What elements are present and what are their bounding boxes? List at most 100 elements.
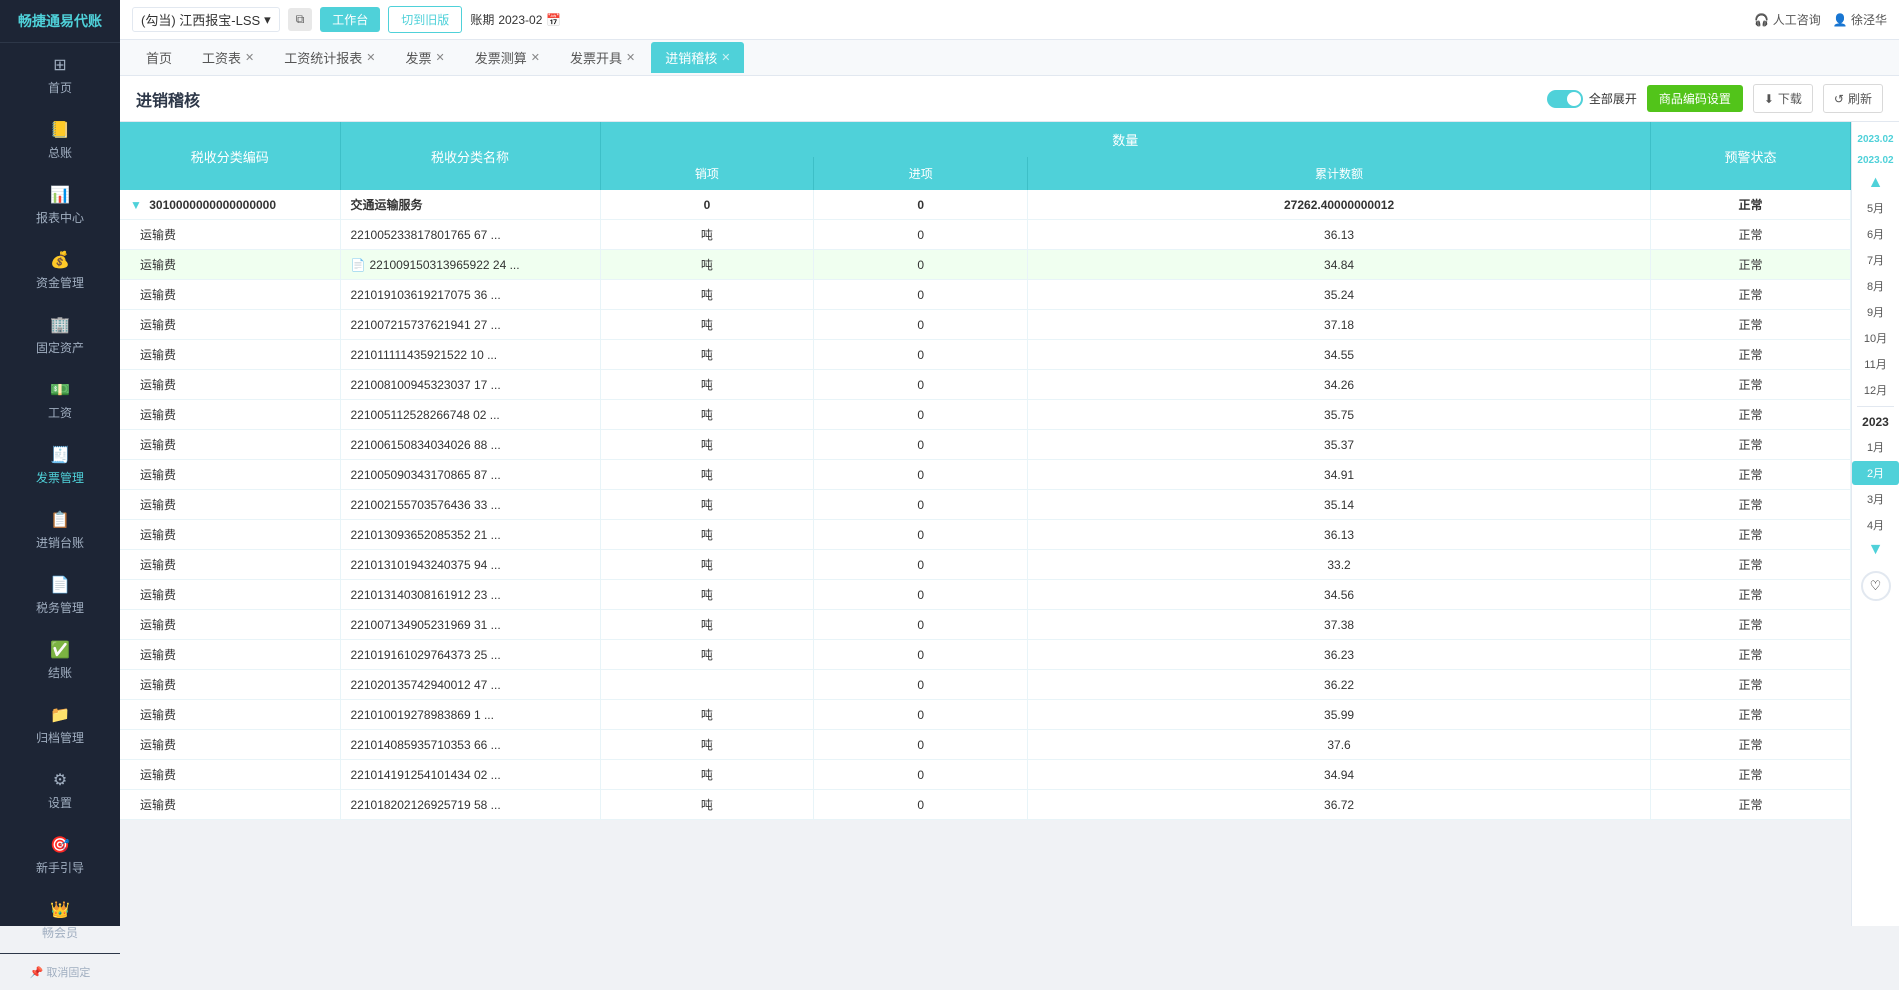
commodity-settings-button[interactable]: 商品编码设置 <box>1647 85 1743 112</box>
ledger-icon: 📒 <box>50 120 70 140</box>
right-panel-month-2-current[interactable]: 2月 <box>1852 461 1899 485</box>
sidebar-item-tax[interactable]: 📄 税务管理 <box>0 563 120 628</box>
cell-cumulative: 34.91 <box>1028 460 1651 490</box>
table-row: 运输费 221010019278983869 1 ... 吨 0 35.99 正… <box>120 700 1851 730</box>
scroll-up-arrow[interactable]: ▲ <box>1866 172 1886 194</box>
cell-unit: 吨 <box>600 460 814 490</box>
cell-purchase: 0 <box>814 700 1028 730</box>
sidebar-item-report[interactable]: 📊 报表中心 <box>0 173 120 238</box>
sidebar-item-trade[interactable]: 📋 进销台账 <box>0 498 120 563</box>
cell-purchase: 0 <box>814 520 1028 550</box>
cell-code: 运输费 <box>120 610 340 640</box>
right-panel-year-top[interactable]: 2023.02 <box>1852 130 1899 149</box>
sidebar-item-home[interactable]: ⊞ 首页 <box>0 43 120 108</box>
tab-close-salary-report[interactable]: ✕ <box>366 51 375 64</box>
switch-version-button[interactable]: 切到旧版 <box>388 6 462 33</box>
tab-close-invoice-open[interactable]: ✕ <box>626 51 635 64</box>
page-title: 进销稽核 <box>136 87 200 111</box>
cell-code: 运输费 <box>120 460 340 490</box>
tab-invoice-open[interactable]: 发票开具 ✕ <box>556 42 649 73</box>
cell-unit: 吨 <box>600 790 814 820</box>
calendar-icon[interactable]: 📅 <box>546 13 561 27</box>
sidebar-item-settlement[interactable]: ✅ 结账 <box>0 628 120 693</box>
table-row: 运输费 221014085935710353 66 ... 吨 0 37.6 正… <box>120 730 1851 760</box>
workspace-button[interactable]: 工作台 <box>320 7 380 32</box>
cell-status: 正常 <box>1651 610 1851 640</box>
cell-cumulative: 36.23 <box>1028 640 1651 670</box>
right-panel-month-10[interactable]: 10月 <box>1852 326 1899 350</box>
sidebar: 畅捷通易代账 ⊞ 首页 📒 总账 📊 报表中心 💰 资金管理 🏢 固定资产 💵 … <box>0 0 120 926</box>
cell-cumulative: 34.84 <box>1028 250 1651 280</box>
user-menu[interactable]: 👤 徐泾华 <box>1833 11 1887 28</box>
invoice-icon: 🧾 <box>50 445 70 465</box>
cell-code: 运输费 <box>120 400 340 430</box>
sidebar-item-invoice[interactable]: 🧾 发票管理 <box>0 433 120 498</box>
page-actions: 全部展开 商品编码设置 ⬇ 下载 ↺ 刷新 <box>1547 84 1883 113</box>
sidebar-item-ledger[interactable]: 📒 总账 <box>0 108 120 173</box>
tab-invoice-calc[interactable]: 发票测算 ✕ <box>461 42 554 73</box>
right-panel-month-4[interactable]: 4月 <box>1852 513 1899 537</box>
cell-invoice-num: 221013093652085352 21 ... <box>340 520 600 550</box>
right-panel-month-8[interactable]: 8月 <box>1852 274 1899 298</box>
cell-unit: 吨 <box>600 700 814 730</box>
right-panel-month-11[interactable]: 11月 <box>1852 352 1899 376</box>
page-header: 进销稽核 全部展开 商品编码设置 ⬇ 下载 ↺ 刷新 <box>120 76 1899 122</box>
cell-status: 正常 <box>1651 430 1851 460</box>
sidebar-item-member[interactable]: 👑 畅会员 <box>0 888 120 953</box>
archive-icon: 📁 <box>50 705 70 725</box>
sidebar-item-settings[interactable]: ⚙ 设置 <box>0 758 120 823</box>
copy-button[interactable]: ⧉ <box>288 8 313 31</box>
tab-invoice[interactable]: 发票 ✕ <box>391 42 458 73</box>
refresh-button[interactable]: ↺ 刷新 <box>1823 84 1883 113</box>
right-panel-month-9[interactable]: 9月 <box>1852 300 1899 324</box>
cell-status: 正常 <box>1651 190 1851 220</box>
sidebar-item-fund[interactable]: 💰 资金管理 <box>0 238 120 303</box>
cell-invoice-num: 221014085935710353 66 ... <box>340 730 600 760</box>
expand-toggle-label: 全部展开 <box>1589 90 1637 107</box>
tab-close-salary[interactable]: ✕ <box>245 51 254 64</box>
sidebar-item-archive[interactable]: 📁 归档管理 <box>0 693 120 758</box>
heart-icon[interactable]: ♡ <box>1861 571 1891 601</box>
cell-invoice-num: 221002155703576436 33 ... <box>340 490 600 520</box>
tab-sales-check[interactable]: 进销稽核 ✕ <box>651 42 744 73</box>
table-row: 运输费 221020135742940012 47 ... 0 36.22 正常 <box>120 670 1851 700</box>
sidebar-item-salary[interactable]: 💵 工资 <box>0 368 120 433</box>
cell-code: 运输费 <box>120 220 340 250</box>
expand-toggle[interactable] <box>1547 90 1583 108</box>
cell-purchase: 0 <box>814 370 1028 400</box>
cell-unit <box>600 670 814 700</box>
sidebar-unpin[interactable]: 📌 取消固定 <box>0 953 120 990</box>
cell-status: 正常 <box>1651 370 1851 400</box>
right-panel-month-5[interactable]: 5月 <box>1852 196 1899 220</box>
cell-cumulative: 35.14 <box>1028 490 1651 520</box>
file-icon: 📄 <box>351 258 366 272</box>
cell-invoice-num: 221006150834034026 88 ... <box>340 430 600 460</box>
table-row: 运输费 221014191254101434 02 ... 吨 0 34.94 … <box>120 760 1851 790</box>
sidebar-item-guide[interactable]: 🎯 新手引导 <box>0 823 120 888</box>
scroll-down-arrow[interactable]: ▼ <box>1866 539 1886 561</box>
cell-unit: 吨 <box>600 250 814 280</box>
tab-close-invoice[interactable]: ✕ <box>436 51 445 64</box>
download-button[interactable]: ⬇ 下载 <box>1753 84 1813 113</box>
tab-home[interactable]: 首页 <box>132 42 186 73</box>
right-panel-month-12[interactable]: 12月 <box>1852 378 1899 402</box>
cell-status: 正常 <box>1651 460 1851 490</box>
support-link[interactable]: 🎧 人工咨询 <box>1754 11 1820 28</box>
right-panel-month-1[interactable]: 1月 <box>1852 435 1899 459</box>
table-row: 运输费 221006150834034026 88 ... 吨 0 35.37 … <box>120 430 1851 460</box>
right-panel-year-top2[interactable]: 2023.02 <box>1852 151 1899 170</box>
right-panel-month-3[interactable]: 3月 <box>1852 487 1899 511</box>
company-selector[interactable]: (勾当) 江西报宝-LSS ▾ <box>132 7 280 32</box>
expand-arrow[interactable]: ▼ <box>130 198 142 212</box>
tab-close-invoice-calc[interactable]: ✕ <box>531 51 540 64</box>
sidebar-item-asset[interactable]: 🏢 固定资产 <box>0 303 120 368</box>
cell-purchase: 0 <box>814 190 1028 220</box>
table-row: 运输费 221018202126925719 58 ... 吨 0 36.72 … <box>120 790 1851 820</box>
right-panel-month-6[interactable]: 6月 <box>1852 222 1899 246</box>
cell-unit: 吨 <box>600 490 814 520</box>
cell-cumulative: 34.55 <box>1028 340 1651 370</box>
right-panel-month-7[interactable]: 7月 <box>1852 248 1899 272</box>
tab-close-sales-check[interactable]: ✕ <box>721 51 730 64</box>
tab-salary-report[interactable]: 工资统计报表 ✕ <box>270 42 389 73</box>
tab-salary[interactable]: 工资表 ✕ <box>188 42 268 73</box>
